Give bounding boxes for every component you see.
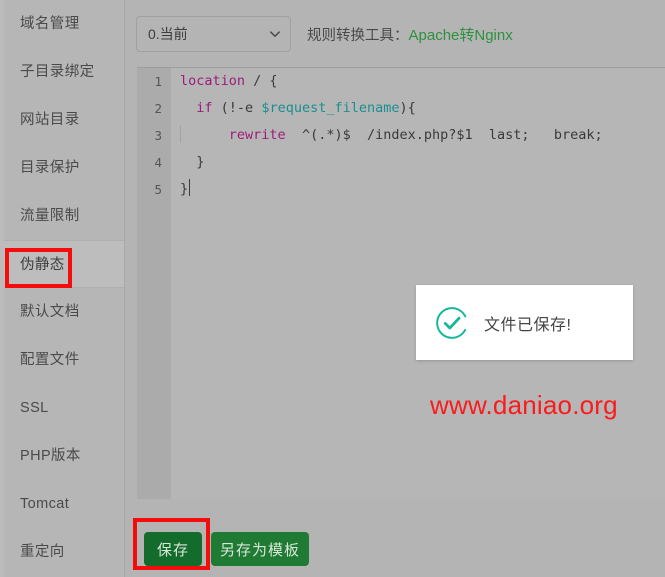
sidebar-item-label: SSL bbox=[20, 400, 49, 416]
toast-message: 文件已保存! bbox=[484, 316, 572, 334]
code-token: $request_filename bbox=[261, 100, 400, 116]
sidebar-item-label: PHP版本 bbox=[20, 448, 81, 464]
code-editor[interactable]: 1 2 3 4 5 location / { if (!-e $request_file… bbox=[137, 67, 665, 499]
code-line[interactable]: rewrite ^(.*)$ /index.php?$1 last; break… bbox=[171, 122, 665, 149]
apache-to-nginx-link[interactable]: Apache转Nginx bbox=[409, 24, 513, 45]
sidebar-item-label: 伪静态 bbox=[20, 257, 65, 273]
sidebar: 域名管理子目录绑定网站目录目录保护流量限制伪静态默认文档配置文件 SSL PHP版本… bbox=[4, 0, 124, 577]
text-caret bbox=[189, 179, 191, 196]
editor-toolbar: 0.当前 规则转换工具： Apache转Nginx bbox=[136, 15, 513, 53]
editor-code-area[interactable]: location / { if (!-e $request_filename){… bbox=[171, 68, 665, 499]
rule-preset-select-value: 0.当前 bbox=[148, 26, 188, 42]
editor-line-number-gutter: 1 2 3 4 5 bbox=[137, 68, 171, 499]
sidebar-item-1[interactable]: 子目录绑定 bbox=[4, 48, 124, 96]
code-line[interactable]: } bbox=[171, 176, 665, 203]
sidebar-item-8[interactable]: SSL bbox=[4, 384, 124, 432]
sidebar-item-label: 默认文档 bbox=[20, 304, 80, 320]
code-token: ){ bbox=[399, 100, 416, 116]
code-token: (!-e bbox=[212, 100, 262, 116]
sidebar-item-label: 配置文件 bbox=[20, 352, 80, 368]
code-token: / { bbox=[245, 73, 278, 89]
sidebar-item-label: 目录保护 bbox=[20, 160, 80, 176]
rule-preset-select[interactable]: 0.当前 bbox=[136, 16, 291, 52]
code-line[interactable]: } bbox=[171, 149, 665, 176]
sidebar-item-0[interactable]: 域名管理 bbox=[4, 0, 124, 48]
save-as-template-button[interactable]: 另存为模板 bbox=[211, 532, 309, 566]
line-number: 3 bbox=[154, 128, 162, 143]
indent-guide bbox=[180, 125, 197, 143]
sidebar-item-label: 域名管理 bbox=[20, 16, 80, 32]
sidebar-item-label: 网站目录 bbox=[20, 112, 80, 128]
line-number: 5 bbox=[154, 182, 162, 197]
code-token: } bbox=[180, 154, 205, 170]
editor-footer: 保存 另存为模板 bbox=[125, 499, 665, 577]
main-panel: 0.当前 规则转换工具： Apache转Nginx 1 2 3 4 5 location… bbox=[124, 0, 665, 577]
sidebar-item-label: Tomcat bbox=[20, 496, 70, 512]
code-token: } bbox=[180, 181, 189, 197]
line-number: 1 bbox=[154, 74, 162, 89]
code-token: if bbox=[196, 100, 213, 116]
sidebar-item-label: 子目录绑定 bbox=[20, 64, 95, 80]
sidebar-item-4[interactable]: 流量限制 bbox=[4, 192, 124, 240]
sidebar-item-label: 流量限制 bbox=[20, 208, 80, 224]
line-number: 4 bbox=[154, 155, 162, 170]
file-saved-toast: 文件已保存! bbox=[416, 285, 633, 360]
sidebar-item-10[interactable]: Tomcat bbox=[4, 480, 124, 528]
code-token: rewrite bbox=[228, 127, 286, 143]
code-line[interactable]: location / { bbox=[171, 68, 665, 95]
sidebar-item-2[interactable]: 网站目录 bbox=[4, 96, 124, 144]
sidebar-item-5[interactable]: 伪静态 bbox=[4, 240, 124, 288]
chevron-down-icon bbox=[270, 31, 280, 38]
sidebar-item-3[interactable]: 目录保护 bbox=[4, 144, 124, 192]
code-token: location bbox=[180, 73, 246, 89]
sidebar-item-11[interactable]: 重定向 bbox=[4, 528, 124, 576]
sidebar-item-label: 重定向 bbox=[20, 544, 65, 560]
app-root: 域名管理子目录绑定网站目录目录保护流量限制伪静态默认文档配置文件 SSL PHP版本… bbox=[0, 0, 665, 577]
check-circle-icon bbox=[436, 306, 468, 339]
line-number: 2 bbox=[154, 101, 162, 116]
save-button[interactable]: 保存 bbox=[144, 532, 202, 566]
sidebar-item-6[interactable]: 默认文档 bbox=[4, 288, 124, 336]
code-line[interactable]: if (!-e $request_filename){ bbox=[171, 95, 665, 122]
rule-convert-label: 规则转换工具： bbox=[307, 27, 409, 44]
sidebar-item-9[interactable]: PHP版本 bbox=[4, 432, 124, 480]
sidebar-item-7[interactable]: 配置文件 bbox=[4, 336, 124, 384]
watermark-text: www.daniao.org bbox=[430, 390, 618, 420]
code-token: ^(.*)$ /index.php?$1 last; break; bbox=[285, 127, 603, 143]
